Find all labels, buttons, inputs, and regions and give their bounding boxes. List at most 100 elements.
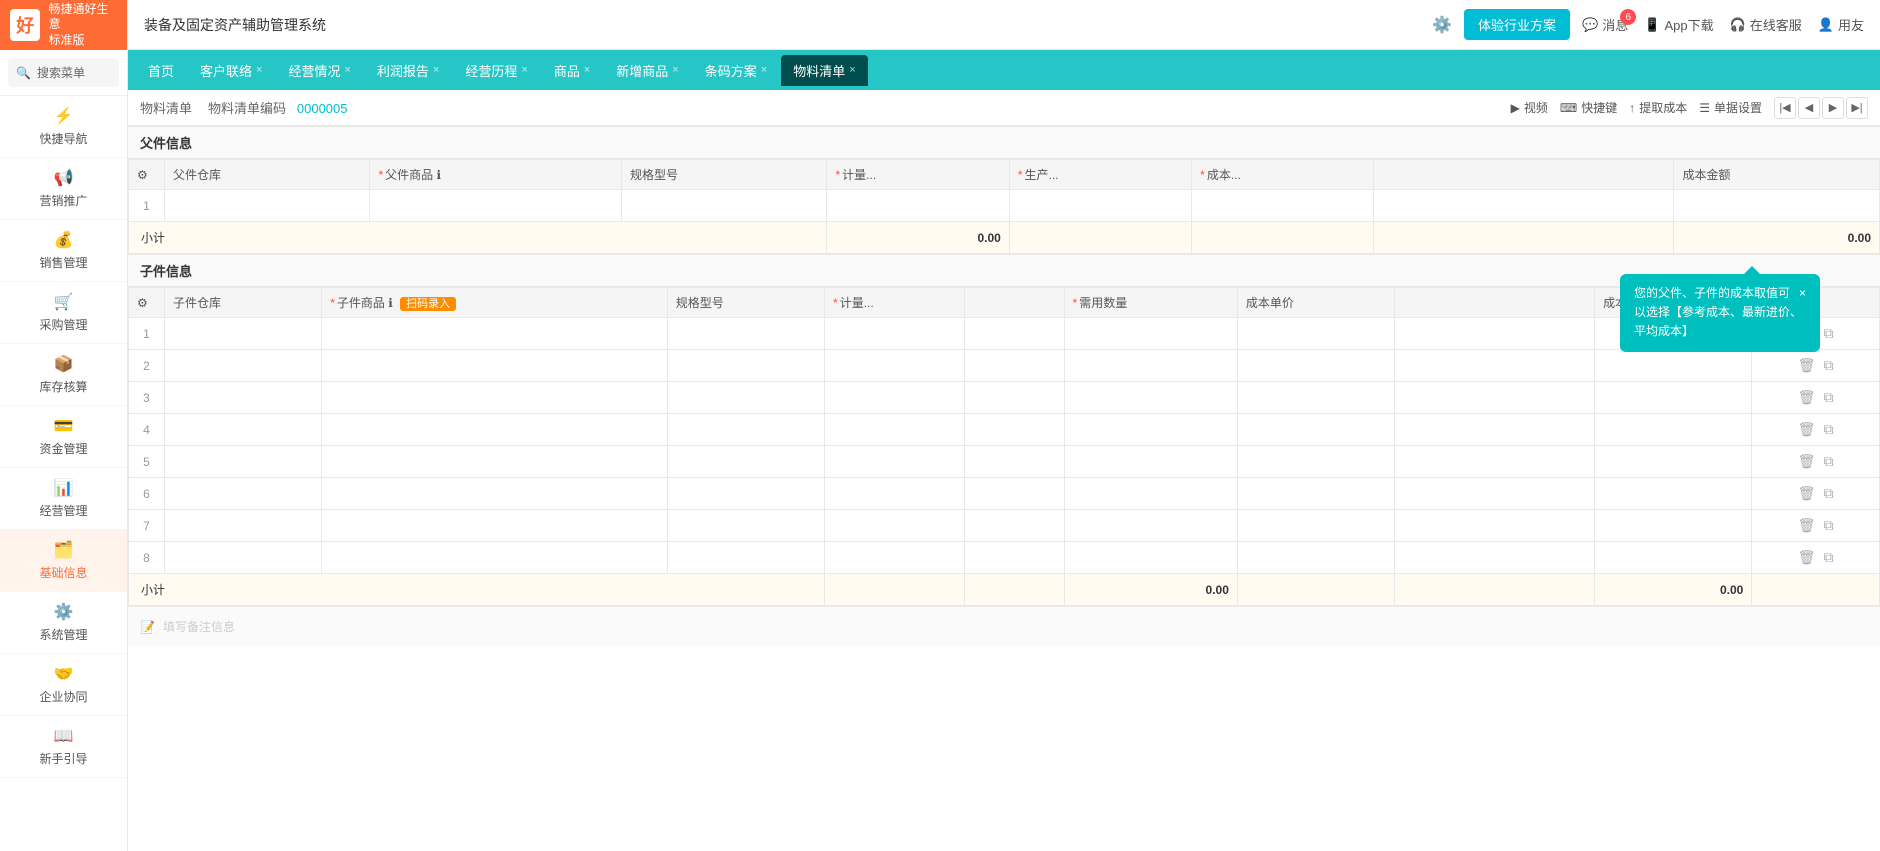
parent-row-1-product[interactable] (370, 190, 622, 222)
delete-icon-row-5[interactable]: 🗑 (1798, 453, 1816, 470)
sidebar-item-sales[interactable]: 💰 销售管理 (0, 220, 127, 282)
message-button[interactable]: 💬 消息 6 (1582, 15, 1628, 34)
copy-icon-row-1[interactable]: ⧉ (1824, 325, 1834, 342)
tab-barcode-close[interactable]: × (761, 64, 767, 76)
next-doc-button[interactable]: ▶ (1822, 97, 1844, 119)
child-row-6-product[interactable] (322, 478, 668, 510)
tooltip-close-button[interactable]: × (1799, 284, 1806, 303)
sidebar-item-system[interactable]: ⚙️ 系统管理 (0, 592, 127, 654)
sidebar-item-enterprise[interactable]: 🤝 企业协同 (0, 654, 127, 716)
app-download-button[interactable]: 📱 App下载 (1644, 15, 1713, 34)
child-row-3-qty[interactable] (825, 382, 965, 414)
delete-icon-row-7[interactable]: 🗑 (1798, 517, 1816, 534)
delete-icon-row-6[interactable]: 🗑 (1798, 485, 1816, 502)
tab-ops-history-close[interactable]: × (521, 64, 527, 76)
child-row-5-product[interactable] (322, 446, 668, 478)
sidebar-item-basic-info[interactable]: 🗂️ 基础信息 (0, 530, 127, 592)
child-row-4-spec[interactable] (667, 414, 824, 446)
child-row-3-spec[interactable] (667, 382, 824, 414)
shortcut-button[interactable]: ⌨ 快捷键 (1560, 99, 1617, 116)
child-row-4-product[interactable] (322, 414, 668, 446)
child-row-4-cost-amount[interactable] (1595, 414, 1752, 446)
child-row-6-spec[interactable] (667, 478, 824, 510)
child-row-4-qty[interactable] (825, 414, 965, 446)
delete-icon-row-4[interactable]: 🗑 (1798, 421, 1816, 438)
child-row-7-cost-amount[interactable] (1595, 510, 1752, 542)
tab-ops-history[interactable]: 经营历程 × (453, 55, 539, 86)
settings-gear-icon[interactable]: ⚙️ (1432, 15, 1452, 35)
extract-cost-button[interactable]: ↑ 提取成本 (1629, 99, 1687, 116)
sidebar-item-quick-nav[interactable]: ⚡ 快捷导航 (0, 96, 127, 158)
child-row-5-unit-cost[interactable] (1237, 446, 1394, 478)
note-placeholder[interactable]: 填写备注信息 (163, 618, 235, 635)
tab-ops-status[interactable]: 经营情况 × (276, 55, 362, 86)
tab-new-goods-close[interactable]: × (672, 64, 678, 76)
child-row-2-spec[interactable] (667, 350, 824, 382)
child-row-8-unit-cost[interactable] (1237, 542, 1394, 574)
child-row-1-spec[interactable] (667, 318, 824, 350)
child-row-8-cost-amount[interactable] (1595, 542, 1752, 574)
child-row-1-qty[interactable] (825, 318, 965, 350)
tab-home[interactable]: 首页 (136, 55, 186, 86)
delete-icon-row-8[interactable]: 🗑 (1798, 549, 1816, 566)
last-doc-button[interactable]: ▶| (1846, 97, 1868, 119)
copy-icon-row-2[interactable]: ⧉ (1824, 357, 1834, 374)
child-row-7-product[interactable] (322, 510, 668, 542)
child-row-6-cost-amount[interactable] (1595, 478, 1752, 510)
copy-icon-row-3[interactable]: ⧉ (1824, 389, 1834, 406)
copy-icon-row-6[interactable]: ⧉ (1824, 485, 1834, 502)
child-row-3-unit-cost[interactable] (1237, 382, 1394, 414)
delete-icon-row-2[interactable]: 🗑 (1798, 357, 1816, 374)
parent-row-1-cost[interactable] (1192, 190, 1374, 222)
child-row-1-product[interactable] (322, 318, 668, 350)
prev-doc-button[interactable]: ◀ (1798, 97, 1820, 119)
child-row-8-spec[interactable] (667, 542, 824, 574)
child-row-3-warehouse[interactable] (165, 382, 322, 414)
trial-button[interactable]: 体验行业方案 (1464, 9, 1570, 40)
child-row-7-unit-cost[interactable] (1237, 510, 1394, 542)
child-row-4-needed-qty[interactable] (1064, 414, 1237, 446)
parent-row-1-qty[interactable] (827, 190, 1009, 222)
child-row-2-product[interactable] (322, 350, 668, 382)
tab-bom[interactable]: 物料清单 × (781, 55, 867, 86)
tab-bom-close[interactable]: × (849, 64, 855, 76)
tab-customer-close[interactable]: × (256, 64, 262, 76)
tab-profit-close[interactable]: × (433, 64, 439, 76)
child-row-7-needed-qty[interactable] (1064, 510, 1237, 542)
online-service-button[interactable]: 🎧 在线客服 (1730, 15, 1802, 34)
copy-icon-row-8[interactable]: ⧉ (1824, 549, 1834, 566)
scan-badge[interactable]: 扫码录入 (400, 297, 456, 311)
parent-row-1-spec[interactable] (622, 190, 827, 222)
sidebar-item-purchase[interactable]: 🛒 采购管理 (0, 282, 127, 344)
child-row-2-needed-qty[interactable] (1064, 350, 1237, 382)
child-row-7-qty[interactable] (825, 510, 965, 542)
child-row-5-spec[interactable] (667, 446, 824, 478)
tab-ops-status-close[interactable]: × (344, 64, 350, 76)
tab-barcode[interactable]: 条码方案 × (693, 55, 779, 86)
child-row-7-spec[interactable] (667, 510, 824, 542)
child-row-1-unit-cost[interactable] (1237, 318, 1394, 350)
sidebar-item-finance[interactable]: 💳 资金管理 (0, 406, 127, 468)
child-row-6-warehouse[interactable] (165, 478, 322, 510)
child-row-2-cost-amount[interactable] (1595, 350, 1752, 382)
delete-icon-row-3[interactable]: 🗑 (1798, 389, 1816, 406)
sidebar-search-button[interactable]: 🔍 搜索菜单 (8, 58, 119, 87)
child-row-1-warehouse[interactable] (165, 318, 322, 350)
child-row-3-needed-qty[interactable] (1064, 382, 1237, 414)
parent-row-1-production[interactable] (1009, 190, 1191, 222)
child-row-2-warehouse[interactable] (165, 350, 322, 382)
child-row-2-qty[interactable] (825, 350, 965, 382)
child-row-8-qty[interactable] (825, 542, 965, 574)
tab-goods[interactable]: 商品 × (542, 55, 602, 86)
single-settings-button[interactable]: ☰ 单据设置 (1699, 99, 1762, 116)
child-row-3-product[interactable] (322, 382, 668, 414)
child-row-4-unit-cost[interactable] (1237, 414, 1394, 446)
sidebar-item-inventory[interactable]: 📦 库存核算 (0, 344, 127, 406)
tab-profit[interactable]: 利润报告 × (365, 55, 451, 86)
sidebar-item-guide[interactable]: 📖 新手引导 (0, 716, 127, 778)
copy-icon-row-7[interactable]: ⧉ (1824, 517, 1834, 534)
tab-new-goods[interactable]: 新增商品 × (604, 55, 690, 86)
copy-icon-row-5[interactable]: ⧉ (1824, 453, 1834, 470)
parent-row-1-warehouse[interactable] (165, 190, 370, 222)
child-row-8-product[interactable] (322, 542, 668, 574)
